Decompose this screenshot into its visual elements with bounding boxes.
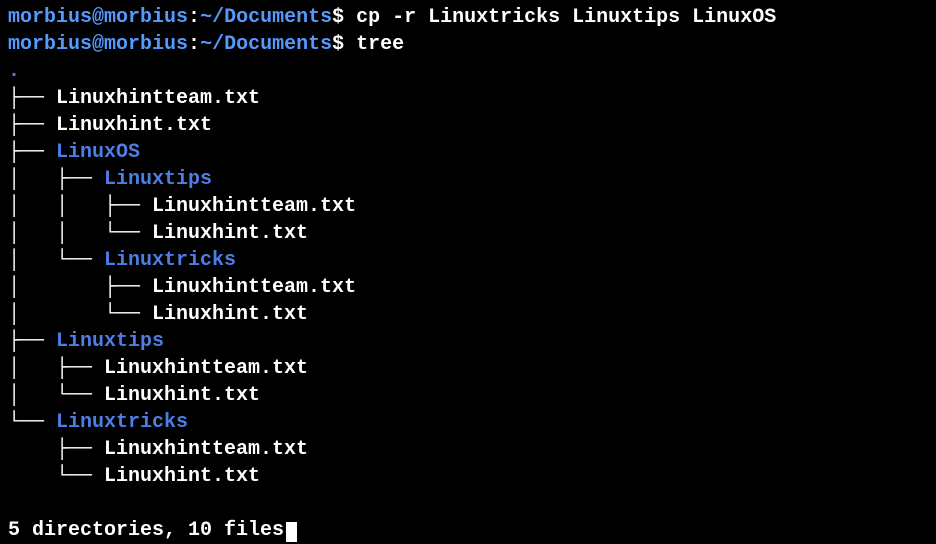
- tree-line: │ │ ├── Linuxhintteam.txt: [8, 193, 928, 220]
- tree-branch-chars: │ ├──: [8, 357, 104, 380]
- prompt-path-1: ~/Documents: [200, 6, 332, 29]
- command-2: tree: [356, 33, 404, 56]
- tree-line: │ │ └── Linuxhint.txt: [8, 220, 928, 247]
- prompt-user-host-2: morbius@morbius: [8, 33, 188, 56]
- tree-line: │ └── Linuxtricks: [8, 247, 928, 274]
- file-name: Linuxhint.txt: [104, 384, 260, 407]
- prompt-dollar-2: $: [332, 33, 344, 56]
- tree-branch-chars: └──: [8, 411, 56, 434]
- file-name: Linuxhintteam.txt: [152, 276, 356, 299]
- tree-line: │ └── Linuxhint.txt: [8, 382, 928, 409]
- tree-branch-chars: │ │ └──: [8, 222, 152, 245]
- tree-line: ├── Linuxtips: [8, 328, 928, 355]
- file-name: Linuxhint.txt: [152, 222, 308, 245]
- file-name: Linuxhintteam.txt: [56, 87, 260, 110]
- directory-name: Linuxtricks: [56, 411, 188, 434]
- command-1: cp -r Linuxtricks Linuxtips LinuxOS: [356, 6, 776, 29]
- file-name: Linuxhint.txt: [56, 114, 212, 137]
- file-name: Linuxhintteam.txt: [152, 195, 356, 218]
- file-name: Linuxhintteam.txt: [104, 438, 308, 461]
- file-name: Linuxhint.txt: [152, 303, 308, 326]
- prompt-user-host-1: morbius@morbius: [8, 6, 188, 29]
- tree-blank: [8, 490, 928, 517]
- tree-branch-chars: │ ├──: [8, 168, 104, 191]
- tree-branch-chars: ├──: [8, 330, 56, 353]
- prompt-dollar-1: $: [332, 6, 344, 29]
- tree-branch-chars: ├──: [8, 141, 56, 164]
- tree-line: ├── Linuxhintteam.txt: [8, 85, 928, 112]
- tree-line: │ ├── Linuxtips: [8, 166, 928, 193]
- tree-line: │ ├── Linuxhintteam.txt: [8, 274, 928, 301]
- tree-branch-chars: │ └──: [8, 249, 104, 272]
- tree-root-dot: .: [8, 58, 928, 85]
- tree-line: │ └── Linuxhint.txt: [8, 301, 928, 328]
- tree-branch-chars: ├──: [8, 87, 56, 110]
- tree-line: │ ├── Linuxhintteam.txt: [8, 355, 928, 382]
- directory-name: Linuxtips: [104, 168, 212, 191]
- tree-line: ├── Linuxhint.txt: [8, 112, 928, 139]
- directory-name: Linuxtips: [56, 330, 164, 353]
- prompt-line-2: morbius@morbius:~/Documents$ tree: [8, 31, 928, 58]
- prompt-line-1: morbius@morbius:~/Documents$ cp -r Linux…: [8, 4, 928, 31]
- tree-branch-chars: │ ├──: [8, 276, 152, 299]
- directory-name: LinuxOS: [56, 141, 140, 164]
- tree-line: ├── Linuxhintteam.txt: [8, 436, 928, 463]
- tree-line: ├── LinuxOS: [8, 139, 928, 166]
- directory-name: Linuxtricks: [104, 249, 236, 272]
- tree-branch-chars: ├──: [8, 438, 104, 461]
- tree-line: └── Linuxhint.txt: [8, 463, 928, 490]
- file-name: Linuxhint.txt: [104, 465, 260, 488]
- prompt-path-2: ~/Documents: [200, 33, 332, 56]
- tree-branch-chars: │ └──: [8, 303, 152, 326]
- tree-branch-chars: │ └──: [8, 384, 104, 407]
- tree-branch-chars: │ │ ├──: [8, 195, 152, 218]
- tree-branch-chars: └──: [8, 465, 104, 488]
- tree-summary: 5 directories, 10 files: [8, 517, 928, 544]
- tree-line: └── Linuxtricks: [8, 409, 928, 436]
- tree-branch-chars: ├──: [8, 114, 56, 137]
- file-name: Linuxhintteam.txt: [104, 357, 308, 380]
- terminal-cursor: [286, 522, 297, 542]
